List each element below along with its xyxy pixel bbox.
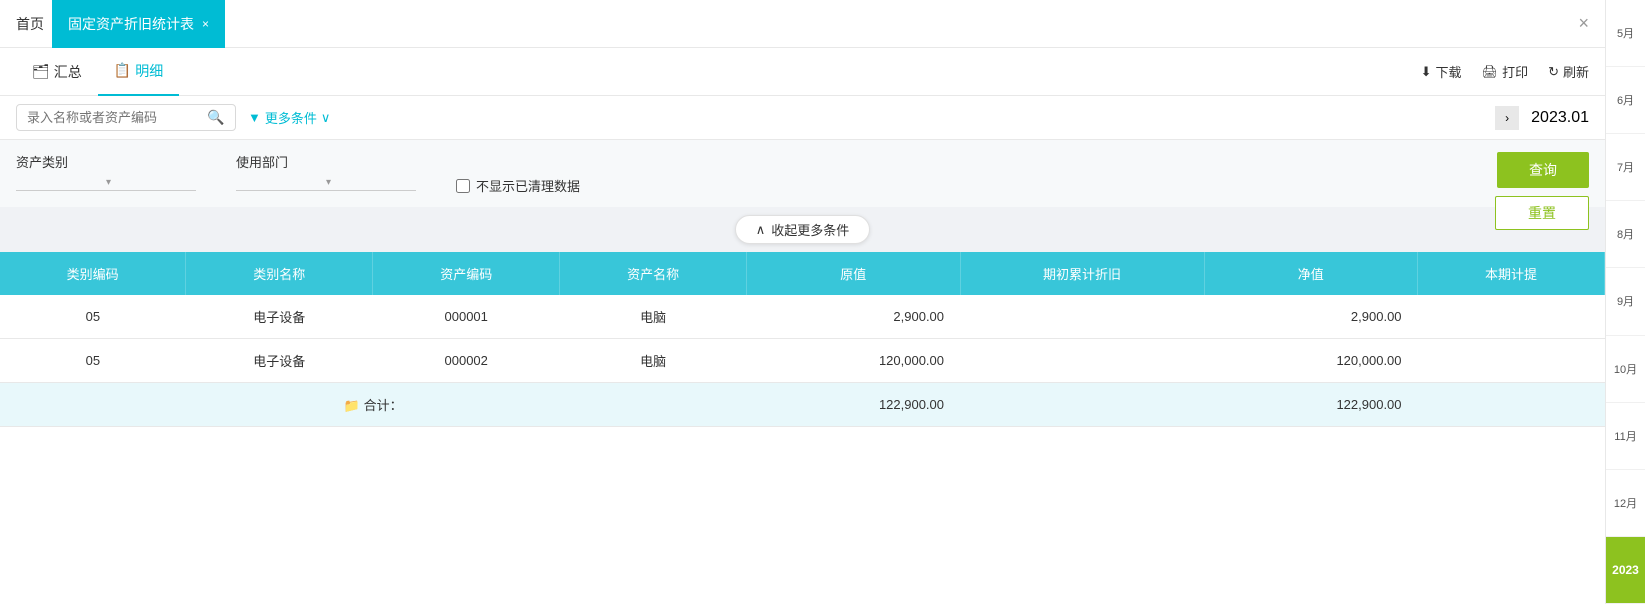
tab-detail-label: 明细 (135, 61, 163, 81)
date-arrow-btn[interactable]: › (1495, 106, 1519, 130)
collapse-btn[interactable]: ∧ 收起更多条件 (735, 215, 871, 244)
hide-cleared-label: 不显示已清理数据 (476, 176, 580, 195)
total-row: 📁 合计： 122,900.00 122,900.00 (0, 383, 1605, 427)
download-icon: ⬇ (1421, 64, 1432, 80)
total-accumulated-depreciation (960, 383, 1204, 427)
cell-original-value: 2,900.00 (747, 295, 960, 339)
month-item[interactable]: 7月 (1606, 134, 1645, 201)
col-category-code: 类别编码 (0, 252, 186, 295)
data-table: 类别编码 类别名称 资产编码 资产名称 原值 期初累计折旧 净值 本期计提 05… (0, 252, 1605, 427)
more-conditions-label: 更多条件 (265, 108, 317, 127)
asset-category-label: 资产类别 (16, 152, 196, 171)
cell-category-code: 05 (0, 295, 186, 339)
month-item[interactable]: 5月 (1606, 0, 1645, 67)
month-item[interactable]: 6月 (1606, 67, 1645, 134)
col-net-value: 净值 (1204, 252, 1417, 295)
col-current-depreciation: 本期计提 (1418, 252, 1605, 295)
search-input[interactable] (27, 110, 207, 125)
cell-accumulated-depreciation (960, 339, 1204, 383)
asset-category-filter: 资产类别 ▾ (16, 152, 196, 191)
search-icon[interactable]: 🔍 (207, 109, 224, 126)
cell-current-depreciation (1418, 339, 1605, 383)
col-accumulated-depreciation: 期初累计折旧 (960, 252, 1204, 295)
date-display: 2023.01 (1531, 109, 1589, 127)
home-tab[interactable]: 首页 (16, 14, 44, 34)
total-net-value: 122,900.00 (1204, 383, 1417, 427)
year-label[interactable]: 2023 (1606, 537, 1645, 604)
chevron-down-icon: ∨ (321, 110, 331, 126)
col-asset-name: 资产名称 (560, 252, 747, 295)
detail-icon: 📋 (114, 62, 131, 79)
asset-category-arrow: ▾ (106, 177, 196, 188)
main-tab[interactable]: 固定资产折旧统计表 × (52, 0, 225, 48)
department-label: 使用部门 (236, 152, 416, 171)
cell-asset-name: 电脑 (560, 339, 747, 383)
print-icon: 🖨 (1482, 64, 1499, 80)
asset-category-select[interactable]: ▾ (16, 175, 196, 191)
cell-category-code: 05 (0, 339, 186, 383)
download-btn[interactable]: ⬇ 下载 (1421, 62, 1462, 81)
total-original-value: 122,900.00 (747, 383, 960, 427)
total-current-depreciation (1418, 383, 1605, 427)
department-select[interactable]: ▾ (236, 175, 416, 191)
col-asset-code: 资产编码 (373, 252, 560, 295)
collapse-label: 收起更多条件 (771, 220, 849, 239)
cell-original-value: 120,000.00 (747, 339, 960, 383)
reset-button[interactable]: 重置 (1495, 196, 1589, 230)
more-conditions-btn[interactable]: ▼ 更多条件 ∨ (248, 108, 330, 127)
print-btn[interactable]: 🖨 打印 (1482, 62, 1529, 81)
top-nav: 首页 固定资产折旧统计表 × × (0, 0, 1605, 48)
print-label: 打印 (1502, 62, 1528, 81)
cell-asset-code: 000002 (373, 339, 560, 383)
cell-category-name: 电子设备 (186, 295, 373, 339)
table-header-row: 类别编码 类别名称 资产编码 资产名称 原值 期初累计折旧 净值 本期计提 (0, 252, 1605, 295)
col-original-value: 原值 (747, 252, 960, 295)
download-label: 下载 (1436, 62, 1462, 81)
total-label-cell: 📁 合计： (0, 383, 747, 427)
collapse-icon: ∧ (756, 222, 766, 238)
department-filter: 使用部门 ▾ (236, 152, 416, 191)
collapse-bar: ∧ 收起更多条件 (0, 207, 1605, 252)
hide-cleared-checkbox-wrap: 不显示已清理数据 (456, 176, 580, 195)
cell-asset-code: 000001 (373, 295, 560, 339)
col-category-name: 类别名称 (186, 252, 373, 295)
tab-title: 固定资产折旧统计表 (68, 14, 194, 34)
month-item[interactable]: 11月 (1606, 403, 1645, 470)
month-item[interactable]: 10月 (1606, 336, 1645, 403)
search-input-wrap: 🔍 (16, 104, 236, 131)
hide-cleared-checkbox[interactable] (456, 179, 470, 193)
cell-net-value: 2,900.00 (1204, 295, 1417, 339)
filter-row: 资产类别 ▾ 使用部门 ▾ 不显示已清理数据 查询 重置 (0, 140, 1605, 207)
tab-summary-label: 汇总 (54, 62, 82, 82)
window-close-btn[interactable]: × (1578, 13, 1589, 34)
refresh-icon: ↻ (1548, 64, 1559, 80)
search-bar: 🔍 ▼ 更多条件 ∨ › 2023.01 (0, 96, 1605, 140)
right-sidebar: 5月6月7月8月9月10月11月12月2023 (1605, 0, 1645, 604)
query-button[interactable]: 查询 (1497, 152, 1589, 188)
cell-current-depreciation (1418, 295, 1605, 339)
month-item[interactable]: 12月 (1606, 470, 1645, 537)
table-container: 类别编码 类别名称 资产编码 资产名称 原值 期初累计折旧 净值 本期计提 05… (0, 252, 1605, 604)
cell-category-name: 电子设备 (186, 339, 373, 383)
cell-asset-name: 电脑 (560, 295, 747, 339)
department-arrow: ▾ (326, 177, 416, 188)
table-row[interactable]: 05 电子设备 000001 电脑 2,900.00 2,900.00 (0, 295, 1605, 339)
tab-detail[interactable]: 📋 明细 (98, 48, 179, 96)
month-item[interactable]: 8月 (1606, 201, 1645, 268)
refresh-label: 刷新 (1563, 62, 1589, 81)
summary-icon: 🗂 (32, 63, 50, 80)
tab-close-btn[interactable]: × (202, 17, 209, 31)
sub-tab-bar: 🗂 汇总 📋 明细 ⬇ 下载 🖨 打印 ↻ 刷新 (0, 48, 1605, 96)
tab-summary[interactable]: 🗂 汇总 (16, 48, 98, 96)
cell-accumulated-depreciation (960, 295, 1204, 339)
filter-icon: ▼ (248, 110, 261, 125)
table-row[interactable]: 05 电子设备 000002 电脑 120,000.00 120,000.00 (0, 339, 1605, 383)
refresh-btn[interactable]: ↻ 刷新 (1548, 62, 1589, 81)
month-item[interactable]: 9月 (1606, 268, 1645, 335)
total-icon: 📁 (344, 398, 360, 413)
action-buttons: ⬇ 下载 🖨 打印 ↻ 刷新 (1421, 62, 1589, 81)
cell-net-value: 120,000.00 (1204, 339, 1417, 383)
